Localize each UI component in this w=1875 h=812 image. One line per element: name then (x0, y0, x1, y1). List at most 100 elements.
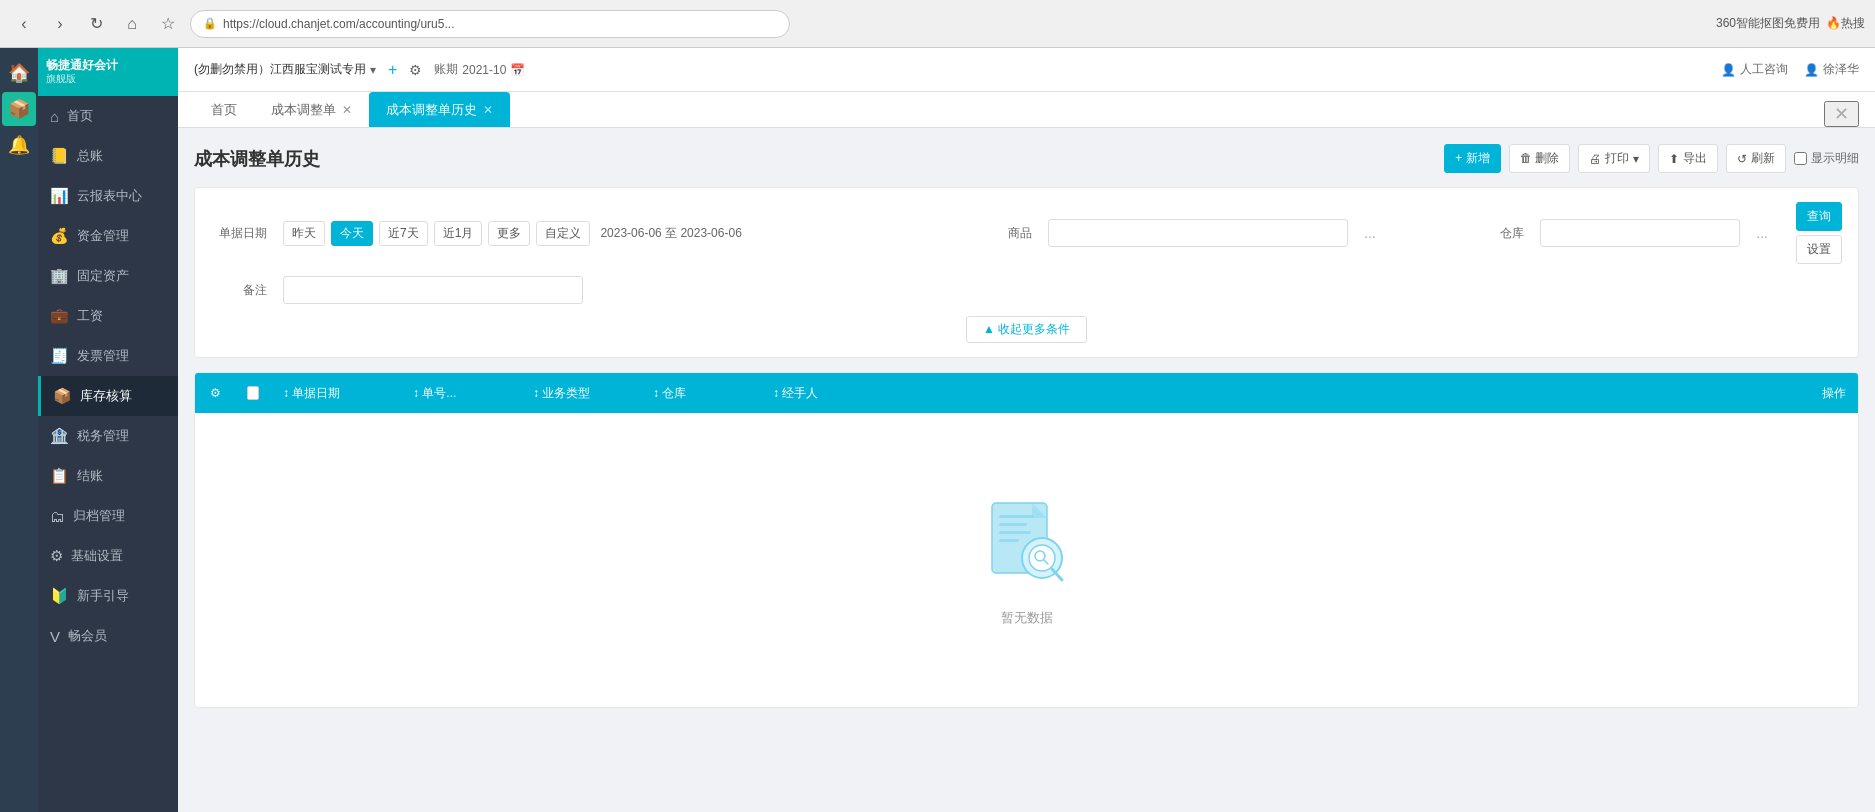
ledger-icon: 📒 (50, 147, 69, 165)
address-bar[interactable]: 🔒 https://cloud.chanjet.com/accounting/u… (190, 10, 790, 38)
show-cols-checkbox[interactable] (1794, 152, 1807, 165)
th-biz-type[interactable]: ↕ 业务类型 (521, 385, 641, 402)
export-btn[interactable]: ⬆ 导出 (1658, 144, 1718, 173)
th-date[interactable]: ↕ 单据日期 (271, 385, 401, 402)
th-handler[interactable]: ↕ 经手人 (761, 385, 881, 402)
consult-btn[interactable]: 👤 人工咨询 (1721, 61, 1788, 78)
sidebar-label-member: 畅会员 (68, 627, 107, 645)
rail-icon-1[interactable]: 🏠 (2, 56, 36, 90)
sidebar-item-tax[interactable]: 🏦税务管理 (38, 416, 178, 456)
sidebar-item-inventory[interactable]: 📦库存核算 (38, 376, 178, 416)
th-warehouse[interactable]: ↕ 仓库 (641, 385, 761, 402)
forward-button[interactable]: › (46, 10, 74, 38)
calendar-icon[interactable]: 📅 (510, 63, 525, 77)
fixed-assets-icon: 🏢 (50, 267, 69, 285)
period-label: 账期 (434, 61, 458, 78)
back-button[interactable]: ‹ (10, 10, 38, 38)
rail-icon-2[interactable]: 📦 (2, 92, 36, 126)
sidebar-item-fixed-assets[interactable]: 🏢固定资产 (38, 256, 178, 296)
logo-text: 畅捷通好会计 (46, 58, 118, 72)
main-content: (勿删勿禁用）江西服宝测试专用 ▾ + ⚙ 账期 2021-10 📅 👤 人工咨… (178, 48, 1875, 812)
filter-settings-btn[interactable]: 设置 (1796, 235, 1842, 264)
empty-state: 暂无数据 (195, 413, 1858, 707)
sidebar-item-invoice[interactable]: 🧾发票管理 (38, 336, 178, 376)
date-last7days-btn[interactable]: 近7天 (379, 221, 428, 246)
sidebar-item-archive[interactable]: 🗂归档管理 (38, 496, 178, 536)
warehouse-more-btn[interactable]: ... (1756, 225, 1768, 241)
logo-sub: 旗舰版 (46, 72, 118, 86)
print-label: 打印 (1605, 150, 1629, 167)
reload-button[interactable]: ↻ (82, 10, 110, 38)
sidebar-label-inventory: 库存核算 (80, 387, 132, 405)
date-quick-btns: 昨天 今天 近7天 近1月 更多 自定义 2023-06-06 至 2023-0… (283, 221, 742, 246)
export-icon: ⬆ (1669, 152, 1679, 166)
browser-tools: 360智能抠图免费用 🔥热搜 (1716, 15, 1865, 32)
page-title: 成本调整单历史 (194, 147, 320, 171)
sidebar-item-reports[interactable]: 📊云报表中心 (38, 176, 178, 216)
filter-row-2: 备注 (211, 276, 1842, 304)
chevron-down-icon: ▾ (370, 63, 376, 77)
guide-icon: 🔰 (50, 587, 69, 605)
th-check[interactable] (235, 386, 271, 400)
sidebar-item-payroll[interactable]: 💼工资 (38, 296, 178, 336)
tab-cost-adjust-history[interactable]: 成本调整单历史 ✕ (369, 92, 510, 127)
svg-point-7 (1029, 545, 1055, 571)
date-today-btn[interactable]: 今天 (331, 221, 373, 246)
warehouse-filter-input[interactable] (1540, 219, 1740, 247)
sidebar-item-ledger[interactable]: 📒总账 (38, 136, 178, 176)
note-filter-input[interactable] (283, 276, 583, 304)
data-table: ⚙ ↕ 单据日期 ↕ 单号... ↕ 业务类型 ↕ 仓库 (194, 372, 1859, 708)
tab-home[interactable]: 首页 (194, 92, 254, 127)
query-btn[interactable]: 查询 (1796, 202, 1842, 231)
icon-rail: 🏠 📦 🔔 (0, 48, 38, 812)
collapse-btn[interactable]: ▲ 收起更多条件 (966, 316, 1087, 343)
rail-icon-3[interactable]: 🔔 (2, 128, 36, 162)
date-custom-btn[interactable]: 自定义 (536, 221, 590, 246)
th-settings[interactable]: ⚙ (195, 386, 235, 400)
avatar-icon: 👤 (1804, 63, 1819, 77)
tab-cost-adjust-close[interactable]: ✕ (342, 103, 352, 117)
th-bill-no-label: ↕ 单号... (413, 385, 456, 402)
goods-more-btn[interactable]: ... (1364, 225, 1376, 241)
url-text: https://cloud.chanjet.com/accounting/uru… (223, 17, 454, 31)
select-all-checkbox[interactable] (247, 386, 259, 400)
account-selector[interactable]: (勿删勿禁用）江西服宝测试专用 ▾ (194, 61, 376, 78)
show-cols-toggle[interactable]: 显示明细 (1794, 150, 1859, 167)
export-label: 导出 (1683, 150, 1707, 167)
settings-icon[interactable]: ⚙ (409, 62, 422, 78)
th-bill-no[interactable]: ↕ 单号... (401, 385, 521, 402)
user-menu[interactable]: 👤 徐泽华 (1804, 61, 1859, 78)
sidebar-label-guide: 新手引导 (77, 587, 129, 605)
sidebar-item-home[interactable]: ⌂首页 (38, 96, 178, 136)
tab-cost-adjust[interactable]: 成本调整单 ✕ (254, 92, 369, 127)
date-more-btn[interactable]: 更多 (488, 221, 530, 246)
add-account-btn[interactable]: + (388, 61, 397, 79)
date-last1month-btn[interactable]: 近1月 (434, 221, 483, 246)
sidebar-item-settings[interactable]: ⚙基础设置 (38, 536, 178, 576)
user-icon: 👤 (1721, 63, 1736, 77)
filter-section: 单据日期 昨天 今天 近7天 近1月 更多 自定义 2023-06-06 至 2… (194, 187, 1859, 358)
goods-filter-label: 商品 (976, 225, 1032, 242)
print-chevron: ▾ (1633, 152, 1639, 166)
star-button[interactable]: ☆ (154, 10, 182, 38)
sidebar-item-closing[interactable]: 📋结账 (38, 456, 178, 496)
refresh-btn[interactable]: ↺ 刷新 (1726, 144, 1786, 173)
filter-collapse-row: ▲ 收起更多条件 (211, 316, 1842, 343)
member-icon: V (50, 628, 60, 645)
date-filter-label: 单据日期 (211, 225, 267, 242)
sidebar-item-guide[interactable]: 🔰 新手引导 (38, 576, 178, 616)
goods-filter-input[interactable] (1048, 219, 1348, 247)
th-warehouse-label: ↕ 仓库 (653, 385, 686, 402)
window-close-btn[interactable]: ✕ (1824, 101, 1859, 127)
home-button[interactable]: ⌂ (118, 10, 146, 38)
delete-btn[interactable]: 🗑 删除 (1509, 144, 1570, 173)
archive-icon: 🗂 (50, 508, 65, 525)
print-btn[interactable]: 🖨 打印 ▾ (1578, 144, 1650, 173)
th-actions-label: 操作 (1822, 385, 1846, 402)
sidebar-item-member[interactable]: V 畅会员 (38, 616, 178, 656)
tab-cost-adjust-history-close[interactable]: ✕ (483, 103, 493, 117)
sidebar-item-funds[interactable]: 💰资金管理 (38, 216, 178, 256)
date-yesterday-btn[interactable]: 昨天 (283, 221, 325, 246)
sidebar-label-reports: 云报表中心 (77, 187, 142, 205)
new-btn[interactable]: + 新增 (1444, 144, 1500, 173)
